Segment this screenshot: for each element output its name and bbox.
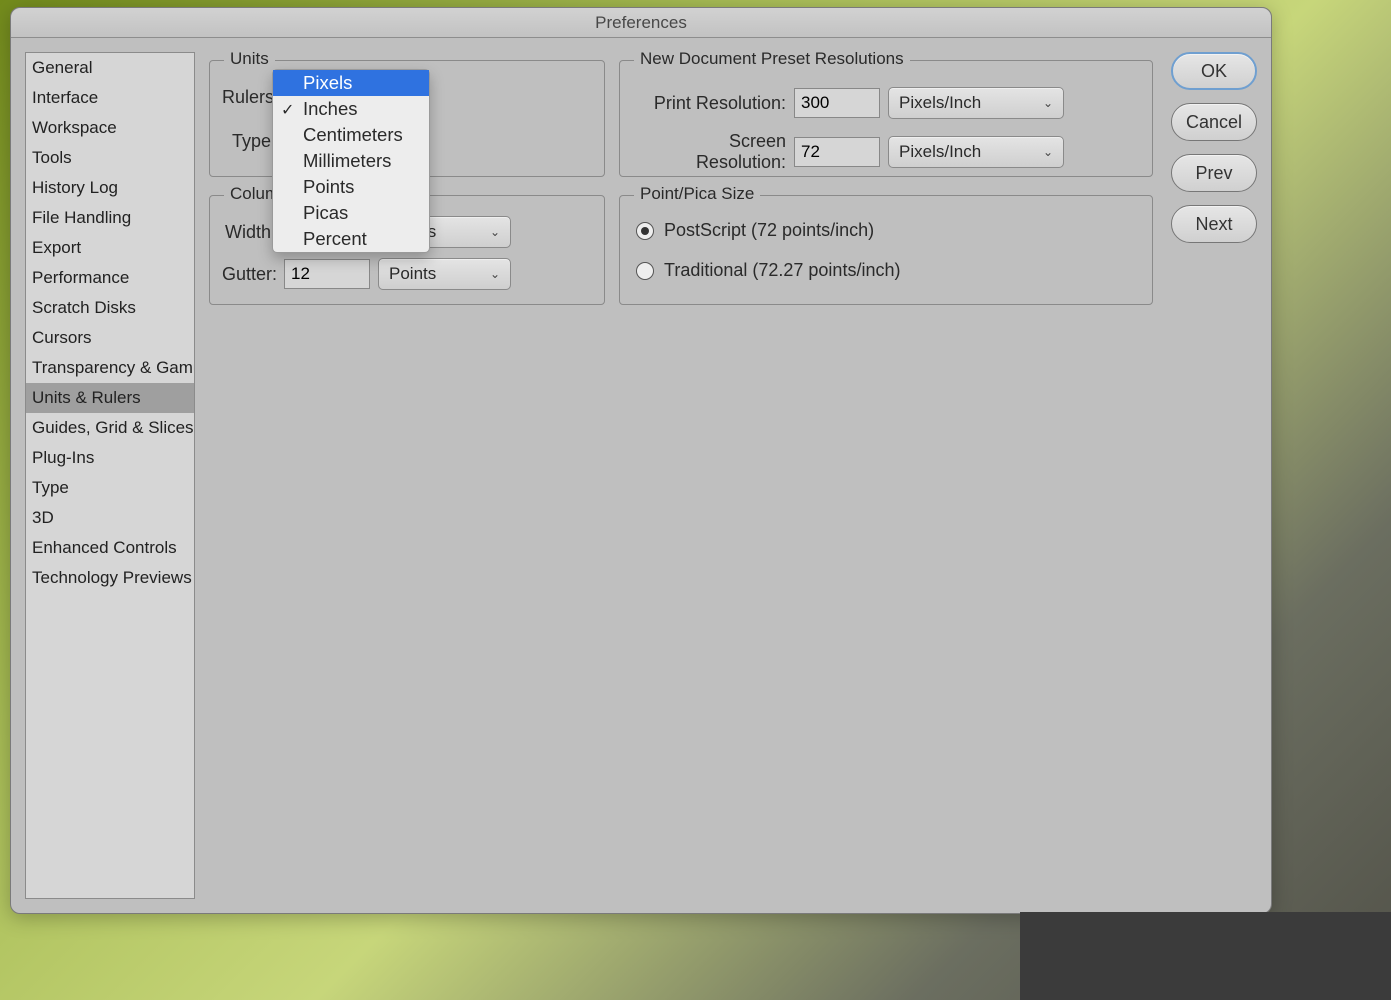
postscript-radio[interactable] bbox=[636, 222, 654, 240]
ok-button[interactable]: OK bbox=[1171, 52, 1257, 90]
new-doc-resolutions-fieldset: New Document Preset Resolutions Print Re… bbox=[619, 60, 1153, 177]
sidebar-item-type[interactable]: Type bbox=[26, 473, 194, 503]
screen-res-label: Screen Resolution: bbox=[634, 131, 794, 173]
sidebar-item-history-log[interactable]: History Log bbox=[26, 173, 194, 203]
sidebar-item-units-rulers[interactable]: Units & Rulers bbox=[26, 383, 194, 413]
dropdown-option-label: Centimeters bbox=[303, 124, 403, 145]
sidebar-item-cursors[interactable]: Cursors bbox=[26, 323, 194, 353]
sidebar-item-tools[interactable]: Tools bbox=[26, 143, 194, 173]
sidebar-item-interface[interactable]: Interface bbox=[26, 83, 194, 113]
check-icon: ✓ bbox=[281, 100, 294, 120]
sidebar-item-general[interactable]: General bbox=[26, 53, 194, 83]
chevron-down-icon: ⌄ bbox=[490, 225, 500, 239]
print-res-unit-value: Pixels/Inch bbox=[899, 93, 981, 113]
sidebar-item-transparency-gamut[interactable]: Transparency & Gamut bbox=[26, 353, 194, 383]
dropdown-option-label: Percent bbox=[303, 228, 367, 249]
pointpica-legend: Point/Pica Size bbox=[634, 184, 760, 204]
sidebar-item-technology-previews[interactable]: Technology Previews bbox=[26, 563, 194, 593]
point-pica-fieldset: Point/Pica Size PostScript (72 points/in… bbox=[619, 195, 1153, 305]
sidebar-item-enhanced-controls[interactable]: Enhanced Controls bbox=[26, 533, 194, 563]
preferences-dialog: Preferences GeneralInterfaceWorkspaceToo… bbox=[10, 7, 1272, 914]
desktop-background: Preferences GeneralInterfaceWorkspaceToo… bbox=[0, 0, 1391, 1000]
chevron-down-icon: ⌄ bbox=[1043, 145, 1053, 159]
dropdown-option-label: Inches bbox=[303, 98, 358, 119]
newdoc-legend: New Document Preset Resolutions bbox=[634, 49, 910, 69]
sidebar-item-performance[interactable]: Performance bbox=[26, 263, 194, 293]
traditional-radio[interactable] bbox=[636, 262, 654, 280]
rulers-unit-dropdown[interactable]: Pixels ✓ Inches Centimeters Millimeters Point… bbox=[272, 69, 430, 253]
dropdown-option-label: Points bbox=[303, 176, 354, 197]
dialog-body: GeneralInterfaceWorkspaceToolsHistory Lo… bbox=[11, 38, 1271, 913]
dropdown-option-picas[interactable]: Picas bbox=[273, 200, 429, 226]
dropdown-option-centimeters[interactable]: Centimeters bbox=[273, 122, 429, 148]
next-button[interactable]: Next bbox=[1171, 205, 1257, 243]
window-title: Preferences bbox=[11, 8, 1271, 38]
units-fieldset: Units Rulers: Type: Pixels✓InchesCentime… bbox=[209, 60, 605, 177]
sidebar-item-workspace[interactable]: Workspace bbox=[26, 113, 194, 143]
print-resolution-unit-select[interactable]: Pixels/Inch ⌄ bbox=[888, 87, 1064, 119]
screen-resolution-unit-select[interactable]: Pixels/Inch ⌄ bbox=[888, 136, 1064, 168]
preferences-main-panel: Units Rulers: Type: Pixels✓InchesCentime… bbox=[209, 52, 1157, 899]
dialog-button-column: OK Cancel Prev Next bbox=[1171, 52, 1257, 899]
dropdown-option-points[interactable]: Points bbox=[273, 174, 429, 200]
print-res-label: Print Resolution: bbox=[634, 93, 794, 114]
dropdown-option-label: Millimeters bbox=[303, 150, 391, 171]
preferences-sidebar[interactable]: GeneralInterfaceWorkspaceToolsHistory Lo… bbox=[25, 52, 195, 899]
sidebar-item-export[interactable]: Export bbox=[26, 233, 194, 263]
sidebar-item-file-handling[interactable]: File Handling bbox=[26, 203, 194, 233]
dropdown-option-inches[interactable]: ✓ Inches bbox=[273, 96, 429, 122]
print-resolution-input[interactable] bbox=[794, 88, 880, 118]
screen-res-unit-value: Pixels/Inch bbox=[899, 142, 981, 162]
dropdown-option-pixels[interactable]: Pixels bbox=[273, 70, 429, 96]
column-gutter-unit-value: Points bbox=[389, 264, 436, 284]
traditional-label: Traditional (72.27 points/inch) bbox=[664, 260, 900, 281]
sidebar-item-3d[interactable]: 3D bbox=[26, 503, 194, 533]
cancel-button[interactable]: Cancel bbox=[1171, 103, 1257, 141]
chevron-down-icon: ⌄ bbox=[490, 267, 500, 281]
dropdown-option-millimeters[interactable]: Millimeters bbox=[273, 148, 429, 174]
gutter-label: Gutter: bbox=[222, 264, 284, 285]
prev-button[interactable]: Prev bbox=[1171, 154, 1257, 192]
background-dark-strip bbox=[1020, 912, 1391, 1000]
dropdown-option-label: Pixels bbox=[303, 72, 352, 93]
sidebar-item-plug-ins[interactable]: Plug-Ins bbox=[26, 443, 194, 473]
column-gutter-unit-select[interactable]: Points ⌄ bbox=[378, 258, 511, 290]
sidebar-item-guides-grid-slices[interactable]: Guides, Grid & Slices bbox=[26, 413, 194, 443]
column-gutter-input[interactable] bbox=[284, 259, 370, 289]
screen-resolution-input[interactable] bbox=[794, 137, 880, 167]
dropdown-option-percent[interactable]: Percent bbox=[273, 226, 429, 252]
sidebar-item-scratch-disks[interactable]: Scratch Disks bbox=[26, 293, 194, 323]
chevron-down-icon: ⌄ bbox=[1043, 96, 1053, 110]
dropdown-option-label: Picas bbox=[303, 202, 348, 223]
postscript-label: PostScript (72 points/inch) bbox=[664, 220, 874, 241]
units-legend: Units bbox=[224, 49, 275, 69]
